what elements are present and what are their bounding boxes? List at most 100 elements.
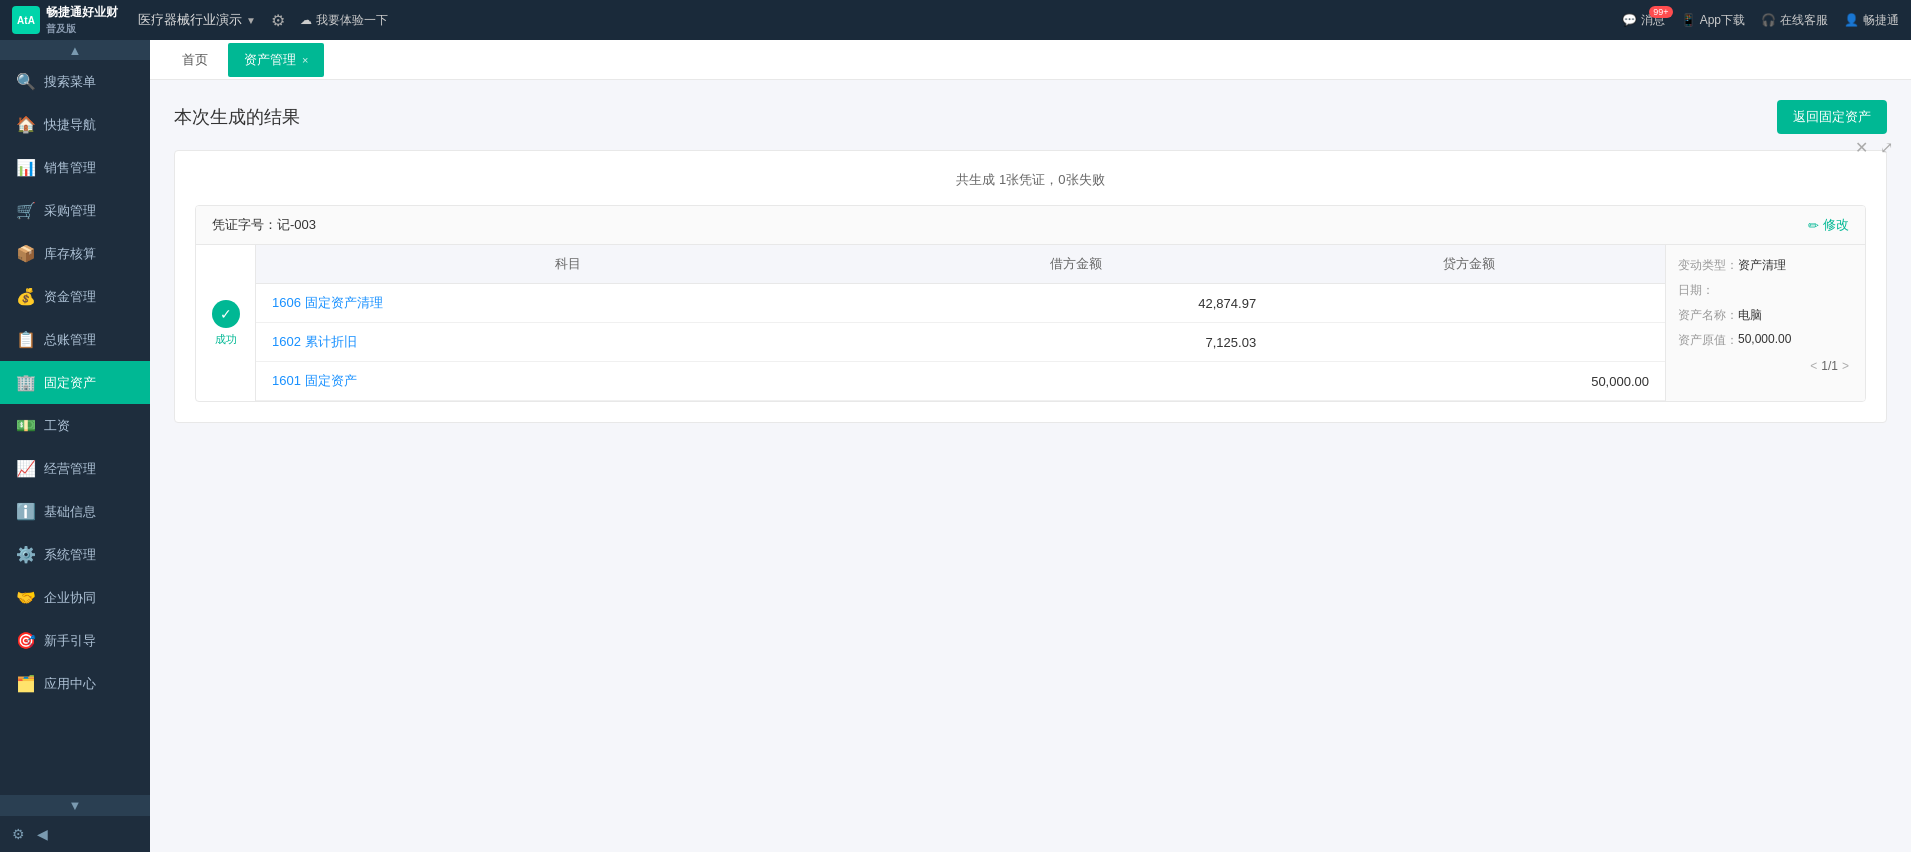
sidebar-item-label: 搜索菜单 [44, 73, 96, 91]
sidebar-item-purchase[interactable]: 🛒 采购管理 [0, 189, 150, 232]
return-btn[interactable]: 返回固定资产 [1777, 100, 1887, 134]
pagination-row: < 1/1 > [1678, 359, 1853, 373]
asset-value-value: 50,000.00 [1738, 332, 1791, 349]
sidebar-item-label: 系统管理 [44, 546, 96, 564]
user-item[interactable]: 👤 畅捷通 [1844, 12, 1899, 29]
voucher-card: 凭证字号：记-003 ✏ 修改 ✓ 成功 [195, 205, 1866, 402]
sidebar-item-sales[interactable]: 📊 销售管理 [0, 146, 150, 189]
table-row: 1606 固定资产清理 42,874.97 [256, 284, 1665, 323]
credit-cell-3: 50,000.00 [1272, 362, 1665, 401]
voucher-number: 凭证字号：记-003 [212, 216, 316, 234]
sidebar-item-management[interactable]: 📈 经营管理 [0, 447, 150, 490]
sidebar-item-label: 基础信息 [44, 503, 96, 521]
table-row: 1601 固定资产 50,000.00 [256, 362, 1665, 401]
content-area: 首页 资产管理 × ✕ ⤢ 本次生成的结果 返回固定资产 共生成 1张凭证， [150, 40, 1911, 852]
system-icon: ⚙️ [16, 545, 36, 564]
subject-cell-2: 1602 累计折旧 [256, 323, 879, 362]
tab-home[interactable]: 首页 [166, 43, 224, 77]
tab-close-icon[interactable]: × [302, 54, 308, 66]
experience-button[interactable]: ☁ 我要体验一下 [300, 12, 388, 29]
voucher-body: ✓ 成功 科目 借方金额 贷方金额 [196, 245, 1865, 401]
online-service-item[interactable]: 🎧 在线客服 [1761, 12, 1828, 29]
page-content: ✕ ⤢ 本次生成的结果 返回固定资产 共生成 1张凭证，0张失败 凭证字号：记-… [150, 80, 1911, 852]
tab-asset-label: 资产管理 [244, 51, 296, 69]
sidebar-collapse-button[interactable]: ◀ [37, 826, 48, 842]
header-left: AtA 畅捷通好业财 普及版 [12, 4, 118, 36]
fixed-assets-icon: 🏢 [16, 373, 36, 392]
apps-icon: 🗂️ [16, 674, 36, 693]
message-badge: 99+ [1649, 6, 1672, 18]
message-icon: 💬 [1622, 13, 1637, 27]
tab-home-label: 首页 [182, 51, 208, 69]
headset-icon: 🎧 [1761, 13, 1776, 27]
sidebar-item-funds[interactable]: 💰 资金管理 [0, 275, 150, 318]
col-debit: 借方金额 [879, 245, 1272, 284]
tab-asset-management[interactable]: 资产管理 × [228, 43, 324, 77]
sidebar-scroll-down[interactable]: ▼ [0, 795, 150, 815]
sidebar-item-label: 应用中心 [44, 675, 96, 693]
date-row: 日期： [1678, 282, 1853, 299]
company-selector[interactable]: 医疗器械行业演示 ▼ [138, 11, 256, 29]
col-subject: 科目 [256, 245, 879, 284]
sidebar-item-label: 快捷导航 [44, 116, 96, 134]
search-icon: 🔍 [16, 72, 36, 91]
sidebar-scroll-up[interactable]: ▲ [0, 40, 150, 60]
sidebar-item-system[interactable]: ⚙️ 系统管理 [0, 533, 150, 576]
management-icon: 📈 [16, 459, 36, 478]
debit-cell-2: 7,125.03 [879, 323, 1272, 362]
change-type-row: 变动类型： 资产清理 [1678, 257, 1853, 274]
sidebar-item-basic-info[interactable]: ℹ️ 基础信息 [0, 490, 150, 533]
asset-value-label: 资产原值： [1678, 332, 1738, 349]
app-version: 普及版 [46, 22, 118, 36]
asset-name-row: 资产名称： 电脑 [1678, 307, 1853, 324]
sidebar-item-inventory[interactable]: 📦 库存核算 [0, 232, 150, 275]
change-type-value: 资产清理 [1738, 257, 1786, 274]
voucher-header: 凭证字号：记-003 ✏ 修改 [196, 206, 1865, 245]
sidebar-item-nav[interactable]: 🏠 快捷导航 [0, 103, 150, 146]
sidebar-item-ledger[interactable]: 📋 总账管理 [0, 318, 150, 361]
credit-cell-2 [1272, 323, 1665, 362]
voucher-table: 科目 借方金额 贷方金额 1606 固定资产清理 42,874.97 [256, 245, 1665, 401]
message-item[interactable]: 💬 消息 99+ [1622, 12, 1665, 29]
sidebar-item-collab[interactable]: 🤝 企业协同 [0, 576, 150, 619]
funds-icon: 💰 [16, 287, 36, 306]
page-next-icon[interactable]: > [1838, 359, 1853, 373]
success-circle: ✓ [212, 300, 240, 328]
user-icon: 👤 [1844, 13, 1859, 27]
debit-cell-3 [879, 362, 1272, 401]
sidebar-settings-button[interactable]: ⚙ [12, 826, 25, 842]
sidebar-footer: ⚙ ◀ [0, 815, 150, 852]
sidebar-item-guide[interactable]: 🎯 新手引导 [0, 619, 150, 662]
page-prev-icon[interactable]: < [1806, 359, 1821, 373]
sidebar-item-label: 工资 [44, 417, 70, 435]
close-button[interactable]: ✕ [1853, 136, 1870, 159]
header-center: 医疗器械行业演示 ▼ ⚙ ☁ 我要体验一下 [138, 6, 1622, 34]
sidebar-item-label: 采购管理 [44, 202, 96, 220]
success-text: 成功 [215, 332, 237, 347]
sidebar-item-label: 库存核算 [44, 245, 96, 263]
sales-icon: 📊 [16, 158, 36, 177]
sidebar-nav: 🔍 搜索菜单 🏠 快捷导航 📊 销售管理 🛒 采购管理 📦 库存核算 💰 [0, 60, 150, 795]
sidebar-item-label: 销售管理 [44, 159, 96, 177]
subject-cell-3: 1601 固定资产 [256, 362, 879, 401]
sidebar-item-search[interactable]: 🔍 搜索菜单 [0, 60, 150, 103]
sidebar-item-label: 企业协同 [44, 589, 96, 607]
salary-icon: 💵 [16, 416, 36, 435]
guide-icon: 🎯 [16, 631, 36, 650]
edit-button[interactable]: ✏ 修改 [1808, 216, 1849, 234]
app-logo: AtA 畅捷通好业财 普及版 [12, 4, 118, 36]
ledger-icon: 📋 [16, 330, 36, 349]
sidebar-item-salary[interactable]: 💵 工资 [0, 404, 150, 447]
result-area: 共生成 1张凭证，0张失败 凭证字号：记-003 ✏ 修改 ✓ [174, 150, 1887, 423]
cloud-icon: ☁ [300, 13, 312, 27]
settings-icon-button[interactable]: ⚙ [264, 6, 292, 34]
collab-icon: 🤝 [16, 588, 36, 607]
app-download-item[interactable]: 📱 App下载 [1681, 12, 1745, 29]
main-layout: ▲ 🔍 搜索菜单 🏠 快捷导航 📊 销售管理 🛒 采购管理 📦 库存核算 [0, 40, 1911, 852]
expand-button[interactable]: ⤢ [1878, 136, 1895, 159]
sidebar-item-fixed-assets[interactable]: 🏢 固定资产 [0, 361, 150, 404]
sidebar-item-label: 经营管理 [44, 460, 96, 478]
sidebar-item-apps[interactable]: 🗂️ 应用中心 [0, 662, 150, 705]
col-credit: 贷方金额 [1272, 245, 1665, 284]
chevron-down-icon: ▼ [246, 15, 256, 26]
